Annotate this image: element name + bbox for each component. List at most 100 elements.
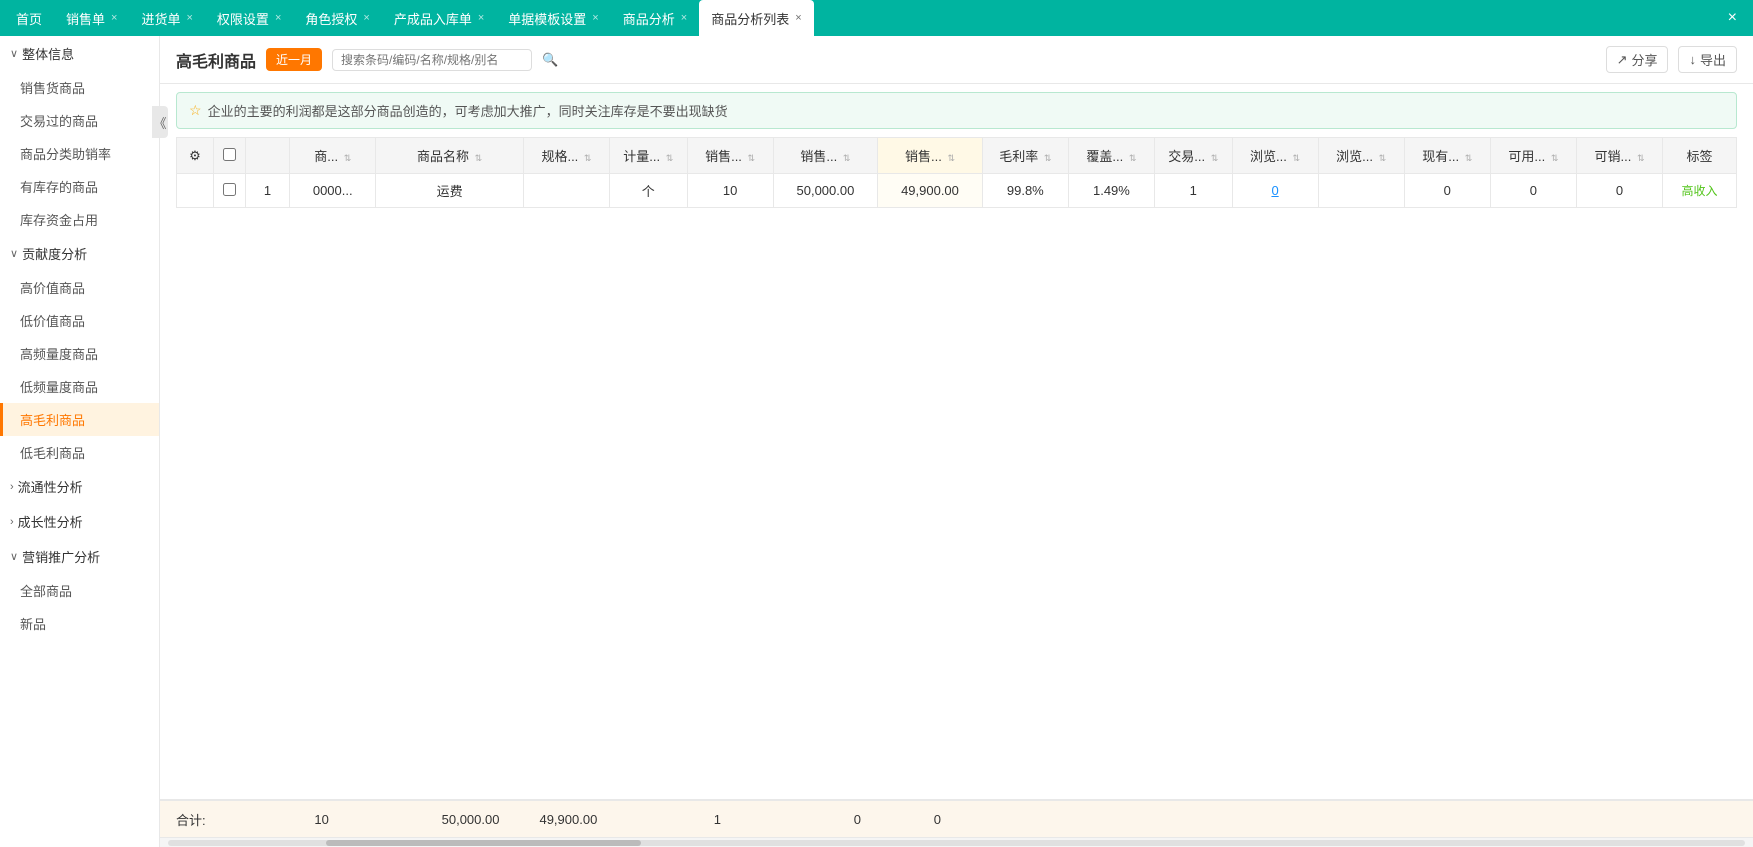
col-tag[interactable]: 标签	[1663, 138, 1737, 174]
sidebar-item-high-value[interactable]: 高价值商品	[0, 271, 159, 304]
info-banner: ☆ 企业的主要的利润都是这部分商品创造的，可考虑加大推广，同时关注库存是不要出现…	[176, 92, 1737, 129]
col-sales-profit[interactable]: 销售... ⇅	[878, 138, 983, 174]
sidebar-item-stocked-goods[interactable]: 有库存的商品	[0, 170, 159, 203]
horizontal-scrollbar[interactable]	[160, 837, 1753, 847]
col-checkbox[interactable]	[213, 138, 245, 174]
col-sellable[interactable]: 可销... ⇅	[1576, 138, 1662, 174]
sidebar-item-low-freq[interactable]: 低频量度商品	[0, 370, 159, 403]
scroll-track[interactable]	[168, 840, 1745, 846]
sort-unit-icon: ⇅	[666, 153, 674, 163]
sort-available-icon: ⇅	[1551, 153, 1559, 163]
sort-trade-icon: ⇅	[1211, 153, 1219, 163]
share-button[interactable]: ↗ 分享	[1606, 46, 1669, 73]
row-current-stock-cell: 0	[1404, 174, 1490, 208]
sort-spec-icon: ⇅	[584, 153, 592, 163]
row-checkbox[interactable]	[223, 183, 236, 196]
col-code[interactable]: 商... ⇅	[290, 138, 376, 174]
sidebar-item-low-value[interactable]: 低价值商品	[0, 304, 159, 337]
nav-sales[interactable]: 销售单 ×	[54, 0, 129, 36]
search-input[interactable]	[332, 49, 532, 71]
sidebar-item-traded-goods[interactable]: 交易过的商品	[0, 104, 159, 137]
nav-home[interactable]: 首页	[4, 0, 54, 36]
export-icon: ↓	[1689, 52, 1696, 67]
footer-total-bar: 合计: 10 50,000.00 49,900.00 1 0 0	[160, 799, 1753, 837]
col-name[interactable]: 商品名称 ⇅	[376, 138, 524, 174]
table-header-row: ⚙ 商... ⇅ 商品名称	[177, 138, 1737, 174]
sidebar-group-overall[interactable]: ∨ 整体信息	[0, 36, 159, 71]
col-sales-qty[interactable]: 销售... ⇅	[687, 138, 773, 174]
col-sales-amount[interactable]: 销售... ⇅	[773, 138, 878, 174]
sort-code-icon: ⇅	[344, 153, 352, 163]
row-checkbox-cell[interactable]	[213, 174, 245, 208]
sidebar-group-marketing[interactable]: ∨ 营销推广分析	[0, 539, 159, 574]
close-goods-analysis-list-tab[interactable]: ×	[795, 12, 801, 24]
sidebar-group-growth[interactable]: › 成长性分析	[0, 504, 159, 539]
row-coverage-cell: 1.49%	[1068, 174, 1154, 208]
footer-values: 10 50,000.00 49,900.00 1 0 0	[222, 812, 978, 827]
close-goods-analysis-tab[interactable]: ×	[681, 12, 687, 24]
col-spec[interactable]: 规格... ⇅	[523, 138, 609, 174]
export-button[interactable]: ↓ 导出	[1678, 46, 1737, 73]
col-margin-rate[interactable]: 毛利率 ⇅	[982, 138, 1068, 174]
col-current-stock[interactable]: 现有... ⇅	[1404, 138, 1490, 174]
top-navigation: 首页 销售单 × 进货单 × 权限设置 × 角色授权 × 产成品入库单 × 单据…	[0, 0, 1753, 36]
table-row: 1 0000... 运费 个	[177, 174, 1737, 208]
footer-trade: 1	[617, 812, 817, 827]
nav-purchase[interactable]: 进货单 ×	[129, 0, 204, 36]
row-settings-cell	[177, 174, 214, 208]
col-unit[interactable]: 计量... ⇅	[610, 138, 688, 174]
window-close-button[interactable]: ×	[1716, 9, 1749, 27]
scroll-thumb[interactable]	[326, 840, 641, 846]
content-header: 高毛利商品 近一月 🔍 ↗ 分享 ↓ 导出	[160, 36, 1753, 84]
close-stock-in-tab[interactable]: ×	[478, 12, 484, 24]
nav-goods-analysis-list[interactable]: 商品分析列表 ×	[699, 0, 813, 36]
row-sellable-cell: 0	[1576, 174, 1662, 208]
col-coverage[interactable]: 覆盖... ⇅	[1068, 138, 1154, 174]
search-button[interactable]: 🔍	[542, 51, 558, 68]
sidebar-item-low-margin[interactable]: 低毛利商品	[0, 436, 159, 469]
nav-goods-analysis[interactable]: 商品分析 ×	[611, 0, 699, 36]
close-template-tab[interactable]: ×	[592, 12, 598, 24]
col-trade[interactable]: 交易... ⇅	[1154, 138, 1232, 174]
sidebar-collapse-button[interactable]: 《	[152, 106, 168, 138]
sidebar-group-finance[interactable]: ∨ 贡献度分析	[0, 236, 159, 271]
row-name-cell: 运费	[376, 174, 524, 208]
sidebar-group-flow[interactable]: › 流通性分析	[0, 469, 159, 504]
sidebar-item-sales-goods[interactable]: 销售货商品	[0, 71, 159, 104]
sort-sales-amount-icon: ⇅	[843, 153, 851, 163]
sort-sales-profit-icon: ⇅	[947, 153, 955, 163]
finance-arrow-icon: ∨	[10, 247, 18, 260]
sidebar-item-all-goods[interactable]: 全部商品	[0, 574, 159, 607]
row-browse1-cell[interactable]: 0	[1232, 174, 1318, 208]
close-sales-tab[interactable]: ×	[111, 12, 117, 24]
sort-current-stock-icon: ⇅	[1465, 153, 1473, 163]
sidebar-item-high-margin[interactable]: 高毛利商品	[0, 403, 159, 436]
row-available-cell: 0	[1490, 174, 1576, 208]
footer-sales-profit: 49,900.00	[519, 812, 617, 827]
sort-name-icon: ⇅	[475, 153, 483, 163]
nav-permission[interactable]: 权限设置 ×	[205, 0, 293, 36]
row-sales-qty-cell: 10	[687, 174, 773, 208]
row-sales-amount-cell: 50,000.00	[773, 174, 878, 208]
sidebar-item-new-goods[interactable]: 新品	[0, 607, 159, 640]
col-browse1[interactable]: 浏览... ⇅	[1232, 138, 1318, 174]
sidebar-item-goods-analysis-rate[interactable]: 商品分类助销率	[0, 137, 159, 170]
row-sales-profit-cell: 49,900.00	[878, 174, 983, 208]
close-permission-tab[interactable]: ×	[275, 12, 281, 24]
col-available[interactable]: 可用... ⇅	[1490, 138, 1576, 174]
row-margin-rate-cell: 99.8%	[982, 174, 1068, 208]
close-purchase-tab[interactable]: ×	[186, 12, 192, 24]
nav-role[interactable]: 角色授权 ×	[293, 0, 381, 36]
footer-current-stock: 0	[817, 812, 897, 827]
col-browse2[interactable]: 浏览... ⇅	[1318, 138, 1404, 174]
filter-recent-month-button[interactable]: 近一月	[266, 48, 322, 71]
sidebar-item-high-freq[interactable]: 高频量度商品	[0, 337, 159, 370]
close-role-tab[interactable]: ×	[363, 12, 369, 24]
row-spec-cell	[523, 174, 609, 208]
nav-template[interactable]: 单据模板设置 ×	[496, 0, 610, 36]
sort-sales-qty-icon: ⇅	[748, 153, 756, 163]
select-all-checkbox[interactable]	[223, 148, 236, 161]
col-settings[interactable]: ⚙	[177, 138, 214, 174]
sidebar-item-stock-fund[interactable]: 库存资金占用	[0, 203, 159, 236]
nav-stock-in[interactable]: 产成品入库单 ×	[382, 0, 496, 36]
